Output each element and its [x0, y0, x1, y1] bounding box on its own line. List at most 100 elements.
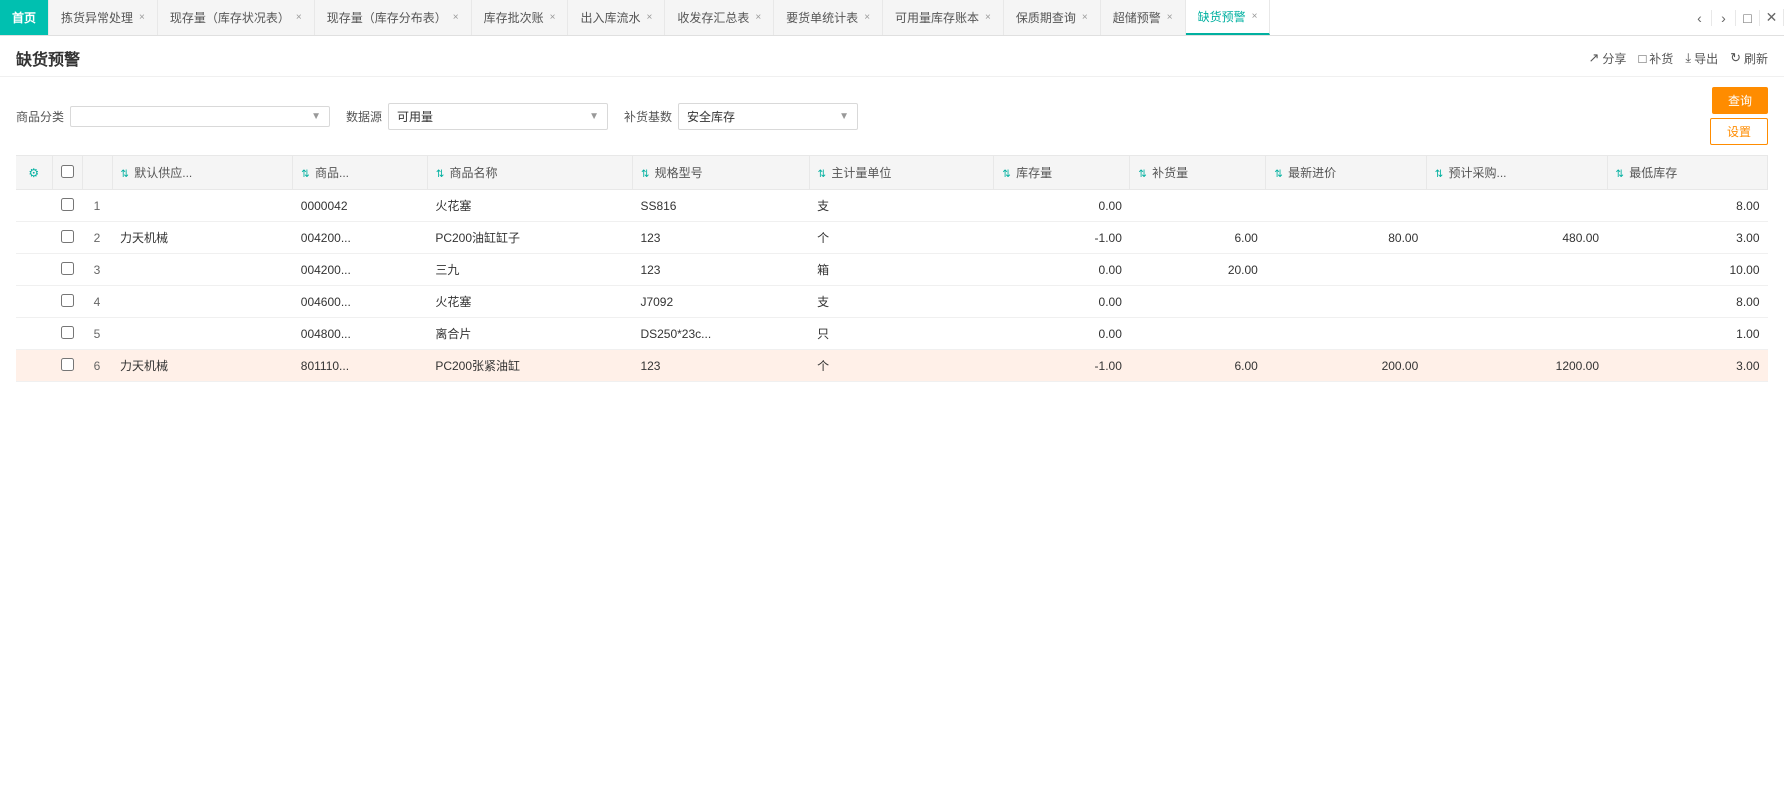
tab-avail-ledger-close[interactable]: ×	[985, 12, 991, 23]
row-checkbox-2[interactable]	[61, 262, 74, 275]
tab-recv-summary[interactable]: 收发存汇总表 ×	[665, 0, 774, 35]
row-minstock-2: 10.00	[1607, 254, 1767, 286]
row-minstock-4: 1.00	[1607, 318, 1767, 350]
col-goods-name-label: 商品名称	[450, 166, 498, 180]
col-goods-code[interactable]: ⇅ 商品...	[293, 156, 428, 190]
row-replenish-2: 20.00	[1130, 254, 1266, 286]
settings-button[interactable]: 设置	[1710, 118, 1768, 145]
row-spec-2: 123	[632, 254, 809, 286]
table-header-row: ⚙ ⇅ 默认供应... ⇅ 商品... ⇅	[16, 156, 1768, 190]
tab-exception[interactable]: 拣货异常处理 ×	[49, 0, 158, 35]
row-check-1[interactable]	[52, 222, 82, 254]
col-default-supplier-label: 默认供应...	[134, 166, 192, 180]
col-latest-price[interactable]: ⇅ 最新进价	[1266, 156, 1426, 190]
category-select[interactable]: ▼	[70, 106, 330, 127]
col-min-stock[interactable]: ⇅ 最低库存	[1607, 156, 1767, 190]
share-icon: ↗	[1589, 50, 1600, 66]
col-gear[interactable]: ⚙	[16, 156, 52, 190]
row-checkbox-0[interactable]	[61, 198, 74, 211]
row-supplier-1: 力天机械	[112, 222, 293, 254]
row-checkbox-3[interactable]	[61, 294, 74, 307]
tab-req-stat-close[interactable]: ×	[864, 12, 870, 23]
row-check-3[interactable]	[52, 286, 82, 318]
export-label: 导出	[1694, 50, 1718, 67]
col-stock-qty-label: 库存量	[1016, 166, 1052, 180]
row-check-2[interactable]	[52, 254, 82, 286]
tab-scroll-right[interactable]: ›	[1712, 10, 1736, 26]
tab-close-all[interactable]: ✕	[1760, 9, 1784, 26]
table-row: 6 力天机械 801110... PC200张紧油缸 123 个 -1.00 6…	[16, 350, 1768, 382]
row-spec-1: 123	[632, 222, 809, 254]
tab-shortage-close[interactable]: ×	[1252, 11, 1258, 22]
tab-avail-ledger-label: 可用量库存账本	[895, 9, 979, 26]
datasource-select[interactable]: 可用量 ▼	[388, 103, 608, 130]
tab-home[interactable]: 首页	[0, 0, 49, 35]
filter-bar: 商品分类 ▼ 数据源 可用量 ▼ 补货基数 安全库存 ▼ 查询 设置	[0, 77, 1784, 155]
col-spec[interactable]: ⇅ 规格型号	[632, 156, 809, 190]
col-stock-qty[interactable]: ⇅ 库存量	[994, 156, 1130, 190]
tab-scroll-left[interactable]: ‹	[1688, 10, 1712, 26]
col-replenish-qty[interactable]: ⇅ 补货量	[1130, 156, 1266, 190]
share-button[interactable]: ↗ 分享	[1589, 50, 1627, 67]
row-check-0[interactable]	[52, 190, 82, 222]
tab-expiry[interactable]: 保质期查询 ×	[1004, 0, 1101, 35]
row-code-3: 004600...	[293, 286, 428, 318]
tab-inout-flow[interactable]: 出入库流水 ×	[568, 0, 665, 35]
export-button[interactable]: ⤓ 导出	[1685, 50, 1718, 67]
table-row: 5 004800... 离合片 DS250*23c... 只 0.00 1.00	[16, 318, 1768, 350]
replenish-icon: □	[1638, 51, 1646, 66]
tab-batch-account[interactable]: 库存批次账 ×	[472, 0, 569, 35]
page-content: 缺货预警 ↗ 分享 □ 补货 ⤓ 导出 ↻ 刷新 商品分类	[0, 36, 1784, 796]
tab-inout-flow-close[interactable]: ×	[646, 12, 652, 23]
tab-stock-dist-close[interactable]: ×	[453, 12, 459, 23]
replenish-base-select[interactable]: 安全库存 ▼	[678, 103, 858, 130]
tab-recv-summary-close[interactable]: ×	[755, 12, 761, 23]
export-icon: ⤓	[1685, 50, 1691, 66]
sort-icon-min: ⇅	[1616, 169, 1624, 180]
select-all-checkbox[interactable]	[61, 165, 74, 178]
row-checkbox-4[interactable]	[61, 326, 74, 339]
row-code-2: 004200...	[293, 254, 428, 286]
tab-recv-summary-label: 收发存汇总表	[677, 9, 749, 26]
replenish-button[interactable]: □ 补货	[1638, 50, 1673, 67]
row-gear-4	[16, 318, 52, 350]
row-price-1: 80.00	[1266, 222, 1426, 254]
tab-overstock-close[interactable]: ×	[1167, 12, 1173, 23]
tab-overstock[interactable]: 超储预警 ×	[1101, 0, 1186, 35]
row-est-4	[1426, 318, 1607, 350]
col-est-purchase[interactable]: ⇅ 预计采购...	[1426, 156, 1607, 190]
row-unit-3: 支	[809, 286, 994, 318]
col-goods-code-label: 商品...	[315, 166, 349, 180]
tab-exception-close[interactable]: ×	[139, 12, 145, 23]
tab-restore[interactable]: □	[1736, 10, 1760, 26]
row-gear-5	[16, 350, 52, 382]
row-price-2	[1266, 254, 1426, 286]
col-goods-name[interactable]: ⇅ 商品名称	[427, 156, 632, 190]
row-unit-2: 箱	[809, 254, 994, 286]
row-check-4[interactable]	[52, 318, 82, 350]
refresh-button[interactable]: ↻ 刷新	[1730, 50, 1768, 67]
datasource-filter-group: 数据源 可用量 ▼	[346, 103, 608, 130]
replenish-label: 补货	[1649, 50, 1673, 67]
tab-stock-dist-label: 现存量（库存分布表）	[327, 9, 447, 26]
row-checkbox-5[interactable]	[61, 358, 74, 371]
row-name-1: PC200油缸缸子	[427, 222, 632, 254]
tab-expiry-close[interactable]: ×	[1082, 12, 1088, 23]
row-est-2	[1426, 254, 1607, 286]
col-default-supplier[interactable]: ⇅ 默认供应...	[112, 156, 293, 190]
tab-avail-ledger[interactable]: 可用量库存账本 ×	[883, 0, 1004, 35]
row-check-5[interactable]	[52, 350, 82, 382]
row-unit-4: 只	[809, 318, 994, 350]
tab-stock-status[interactable]: 现存量（库存状况表） ×	[158, 0, 315, 35]
tab-stock-dist[interactable]: 现存量（库存分布表） ×	[315, 0, 472, 35]
col-unit[interactable]: ⇅ 主计量单位	[809, 156, 994, 190]
tab-shortage[interactable]: 缺货预警 ×	[1186, 0, 1271, 35]
col-replenish-qty-label: 补货量	[1152, 166, 1188, 180]
query-button[interactable]: 查询	[1712, 87, 1768, 114]
tab-batch-account-close[interactable]: ×	[550, 12, 556, 23]
tab-batch-account-label: 库存批次账	[484, 9, 544, 26]
row-checkbox-1[interactable]	[61, 230, 74, 243]
tab-req-stat[interactable]: 要货单统计表 ×	[774, 0, 883, 35]
tab-expiry-label: 保质期查询	[1016, 9, 1076, 26]
tab-stock-status-close[interactable]: ×	[296, 12, 302, 23]
